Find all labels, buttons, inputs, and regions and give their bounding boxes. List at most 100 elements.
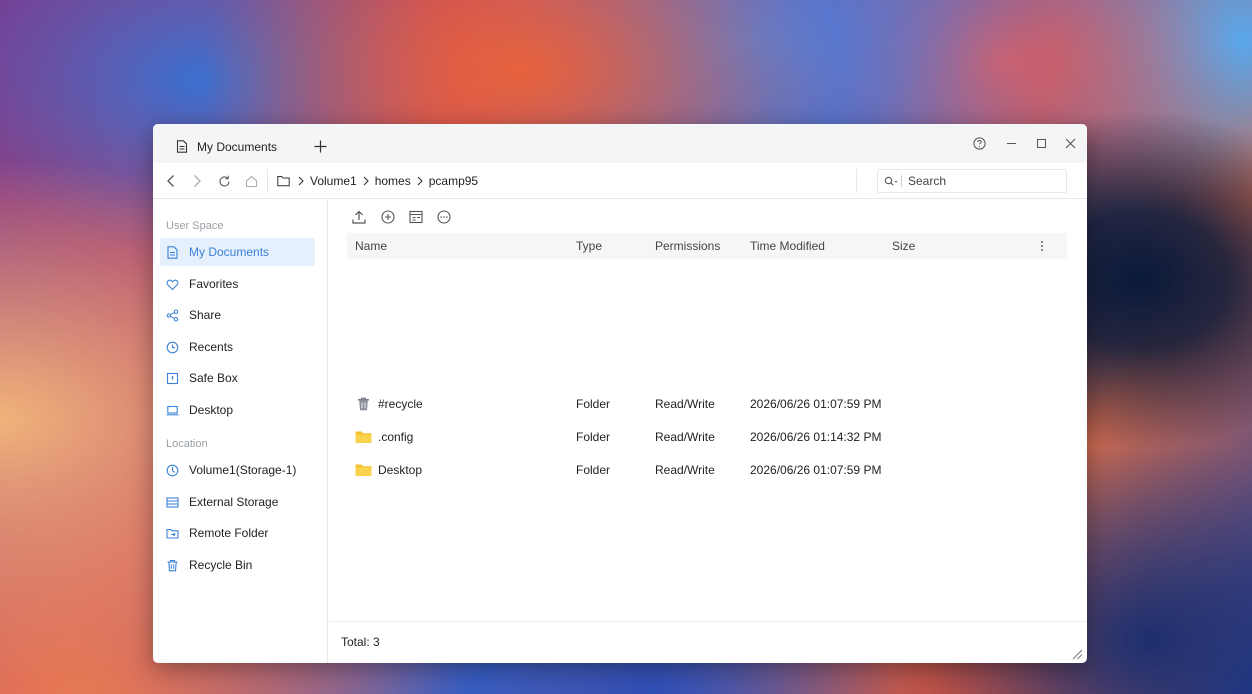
sidebar-item-external-storage[interactable]: External Storage xyxy=(160,488,315,516)
refresh-icon xyxy=(218,175,230,187)
trash-icon xyxy=(167,559,178,571)
upload-button[interactable] xyxy=(350,208,368,226)
file-name: Desktop xyxy=(378,462,423,477)
more-icon xyxy=(437,210,451,224)
sidebar-item-safe-box[interactable]: Safe Box xyxy=(160,364,315,392)
modified-cell: 2026/06/26 01:07:59 PM xyxy=(750,396,882,411)
status-bar: Total: 3 xyxy=(329,621,1087,663)
type-cell: Folder xyxy=(576,462,611,477)
back-button[interactable] xyxy=(162,172,180,190)
home-button[interactable] xyxy=(242,172,260,190)
modified-cell: 2026/06/26 01:07:59 PM xyxy=(750,462,882,477)
search-box[interactable] xyxy=(877,169,1067,193)
share-icon xyxy=(166,309,179,321)
total-count: Total: 3 xyxy=(341,635,380,649)
folder-icon xyxy=(355,464,372,476)
main-panel: Name Type Permissions Time Modified Size xyxy=(329,200,1087,663)
safe-icon xyxy=(166,372,179,384)
file-name: #recycle xyxy=(378,396,423,411)
chevron-right-icon xyxy=(417,176,423,186)
table-row[interactable]: #recycle Folder Read/Write 2026/06/26 01… xyxy=(347,387,1067,420)
breadcrumb[interactable]: Volume1 homes pcamp95 xyxy=(267,169,857,193)
minimize-icon xyxy=(1006,142,1016,144)
folder-outline-icon xyxy=(277,176,290,187)
search-input[interactable] xyxy=(908,174,1048,188)
new-tab-button[interactable] xyxy=(312,138,328,154)
help-icon xyxy=(972,136,986,150)
breadcrumb-item[interactable]: homes xyxy=(375,174,411,188)
sidebar-item-label: External Storage xyxy=(189,495,279,509)
task-icon xyxy=(409,210,423,224)
sidebar: User Space My Documents Favorites Share xyxy=(153,200,328,663)
chevron-left-icon xyxy=(167,175,174,187)
recycle-bin-icon xyxy=(358,397,369,410)
maximize-icon xyxy=(1036,138,1046,148)
resize-grip-icon[interactable] xyxy=(1072,649,1083,660)
sidebar-item-recents[interactable]: Recents xyxy=(160,333,315,361)
sidebar-item-label: My Documents xyxy=(189,245,270,259)
title-bar: My Documents xyxy=(153,124,1087,163)
remote-folder-icon xyxy=(166,528,179,539)
column-options-button[interactable] xyxy=(1040,233,1044,259)
heart-icon xyxy=(166,279,179,290)
add-icon xyxy=(381,210,395,224)
search-icon xyxy=(884,176,898,185)
modified-cell: 2026/06/26 01:14:32 PM xyxy=(750,429,882,444)
chevron-right-icon xyxy=(363,176,369,186)
task-button[interactable] xyxy=(407,208,425,226)
sidebar-item-label: Recycle Bin xyxy=(189,558,253,572)
sidebar-item-label: Safe Box xyxy=(189,371,238,385)
type-cell: Folder xyxy=(576,396,611,411)
column-type[interactable]: Type xyxy=(576,233,602,259)
sidebar-item-label: Share xyxy=(189,308,222,322)
tab-my-documents[interactable]: My Documents xyxy=(163,130,306,163)
breadcrumb-item[interactable]: pcamp95 xyxy=(429,174,478,188)
help-button[interactable] xyxy=(970,134,988,152)
maximize-button[interactable] xyxy=(1032,134,1050,152)
search-divider xyxy=(901,175,902,187)
clock-icon xyxy=(166,341,179,353)
home-icon xyxy=(245,175,257,187)
plus-icon xyxy=(314,140,326,152)
name-cell: #recycle xyxy=(355,387,423,420)
permissions-cell: Read/Write xyxy=(655,396,715,411)
sidebar-item-my-documents[interactable]: My Documents xyxy=(160,238,315,266)
forward-button[interactable] xyxy=(188,172,206,190)
upload-icon xyxy=(352,210,366,224)
file-name: .config xyxy=(378,429,414,444)
column-permissions[interactable]: Permissions xyxy=(655,233,720,259)
minimize-button[interactable] xyxy=(1002,134,1020,152)
column-size[interactable]: Size xyxy=(892,233,915,259)
volume-icon xyxy=(166,464,179,476)
chevron-right-icon xyxy=(298,176,304,186)
more-button[interactable] xyxy=(435,208,453,226)
close-button[interactable] xyxy=(1061,134,1079,152)
breadcrumb-item[interactable]: Volume1 xyxy=(310,174,357,188)
document-icon xyxy=(176,140,188,153)
sidebar-item-label: Remote Folder xyxy=(189,526,269,540)
storage-icon xyxy=(166,496,179,508)
sidebar-item-recycle-bin[interactable]: Recycle Bin xyxy=(160,551,315,579)
section-location: Location xyxy=(166,438,208,450)
add-button[interactable] xyxy=(379,208,397,226)
folder-icon xyxy=(355,431,372,443)
column-name[interactable]: Name xyxy=(355,233,387,259)
sidebar-item-label: Volume1(Storage-1) xyxy=(189,463,297,477)
column-time-modified[interactable]: Time Modified xyxy=(750,233,825,259)
name-cell: Desktop xyxy=(355,453,422,486)
sidebar-item-desktop[interactable]: Desktop xyxy=(160,396,315,424)
sidebar-item-favorites[interactable]: Favorites xyxy=(160,270,315,298)
sidebar-item-share[interactable]: Share xyxy=(160,301,315,329)
chevron-right-icon xyxy=(194,175,201,187)
name-cell: .config xyxy=(355,420,413,453)
close-icon xyxy=(1065,138,1075,148)
table-header: Name Type Permissions Time Modified Size xyxy=(347,233,1067,259)
table-row[interactable]: Desktop Folder Read/Write 2026/06/26 01:… xyxy=(347,453,1067,486)
sidebar-item-volume1[interactable]: Volume1(Storage-1) xyxy=(160,456,315,484)
sidebar-item-remote-folder[interactable]: Remote Folder xyxy=(160,519,315,547)
refresh-button[interactable] xyxy=(215,172,233,190)
type-cell: Folder xyxy=(576,429,611,444)
permissions-cell: Read/Write xyxy=(655,429,715,444)
section-user-space: User Space xyxy=(166,220,224,232)
table-row[interactable]: .config Folder Read/Write 2026/06/26 01:… xyxy=(347,420,1067,453)
